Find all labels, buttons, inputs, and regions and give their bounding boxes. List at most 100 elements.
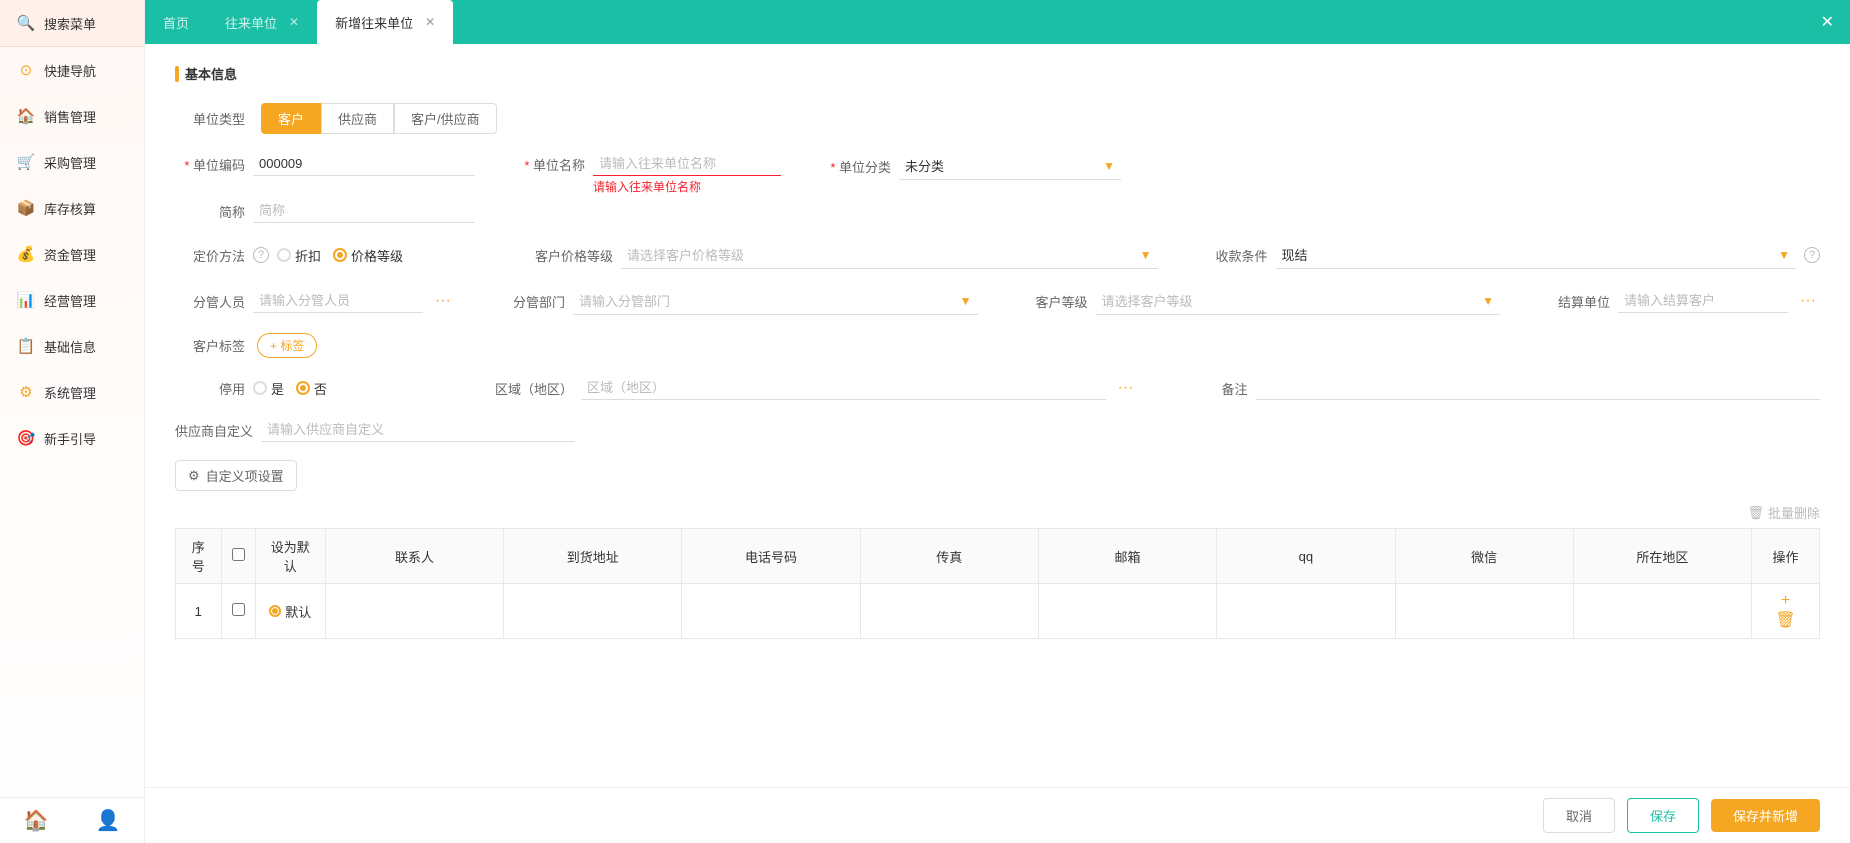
row-fax-input[interactable]: [871, 604, 1028, 619]
table-row: 1 默认: [176, 584, 1820, 639]
batch-delete-area[interactable]: 🗑 批量删除: [175, 503, 1820, 522]
row-fax[interactable]: [860, 584, 1038, 639]
sidebar-user-btn[interactable]: 👤: [72, 798, 144, 843]
short-name-input[interactable]: [253, 199, 475, 223]
row-qq[interactable]: [1217, 584, 1395, 639]
settlement-more-btn[interactable]: ···: [1796, 292, 1820, 310]
disabled-field: 停用 是 否: [175, 379, 455, 398]
custom-settings-button[interactable]: ⚙ 自定义项设置: [175, 460, 297, 491]
row-default-radio[interactable]: [269, 605, 281, 617]
sidebar-footer: 🏠 👤: [0, 797, 144, 843]
short-name-field: 简称: [175, 199, 475, 223]
remark-input[interactable]: [1256, 376, 1821, 400]
save-button[interactable]: 保存: [1627, 798, 1699, 833]
unit-category-select[interactable]: 未分类 ▼: [899, 152, 1121, 180]
unit-category-field: 单位分类 未分类 ▼: [821, 152, 1121, 180]
sidebar-item-operations[interactable]: 📊 经营管理: [0, 277, 144, 323]
basic-info-icon: 📋: [16, 336, 36, 356]
sidebar-item-system[interactable]: ⚙ 系统管理: [0, 369, 144, 415]
row-region-input[interactable]: [1584, 604, 1741, 619]
region-field: 区域（地区） ···: [495, 376, 1138, 400]
tags-row: 客户标签 + 标签: [175, 333, 1820, 358]
finance-icon: 💰: [16, 244, 36, 264]
sidebar-item-basic-info[interactable]: 📋 基础信息: [0, 323, 144, 369]
unit-name-input[interactable]: [593, 152, 781, 176]
pricing-radio-group: 折扣 价格等级: [277, 246, 403, 265]
radio-no[interactable]: 否: [296, 379, 327, 398]
unit-type-supplier[interactable]: 供应商: [321, 103, 394, 134]
col-action: 操作: [1752, 529, 1820, 584]
sidebar-item-finance[interactable]: 💰 资金管理: [0, 231, 144, 277]
row-qq-input[interactable]: [1227, 604, 1384, 619]
add-tag-button[interactable]: + 标签: [257, 333, 317, 358]
row-add-btn[interactable]: +: [1777, 592, 1794, 610]
sidebar-item-inventory[interactable]: 📦 库存核算: [0, 185, 144, 231]
remark-label: 备注: [1178, 379, 1248, 398]
col-phone: 电话号码: [682, 529, 860, 584]
sidebar-item-search[interactable]: 🔍 搜索菜单: [0, 0, 144, 47]
customer-price-level-select[interactable]: 请选择客户价格等级 ▼: [621, 241, 1157, 269]
col-checkbox: [221, 529, 255, 584]
sidebar-item-sales[interactable]: 🏠 销售管理: [0, 93, 144, 139]
row-address-input[interactable]: [514, 604, 671, 619]
sidebar-item-quick-nav[interactable]: ⊙ 快捷导航: [0, 47, 144, 93]
pricing-method-field: 定价方法 ? 折扣 价格等级: [175, 246, 495, 265]
close-partners-tab[interactable]: ✕: [289, 15, 299, 29]
row-email-input[interactable]: [1049, 604, 1206, 619]
unit-type-buttons: 客户 供应商 客户/供应商: [261, 103, 497, 134]
row-email[interactable]: [1038, 584, 1216, 639]
save-new-button[interactable]: 保存并新增: [1711, 799, 1820, 832]
row-region[interactable]: [1573, 584, 1751, 639]
price-level-arrow: ▼: [1140, 248, 1152, 262]
row-seq: 1: [176, 584, 222, 639]
unit-type-both[interactable]: 客户/供应商: [394, 103, 497, 134]
tab-new-partner[interactable]: 新增往来单位 ✕: [317, 0, 453, 44]
sidebar-item-guide[interactable]: 🎯 新手引导: [0, 415, 144, 461]
settlement-unit-input[interactable]: [1618, 289, 1788, 313]
cancel-button[interactable]: 取消: [1543, 798, 1615, 833]
col-fax: 传真: [860, 529, 1038, 584]
row-phone-input[interactable]: [692, 604, 849, 619]
unit-code-input[interactable]: [253, 152, 475, 176]
tabs-bar-close-all[interactable]: ✕: [1805, 12, 1850, 32]
radio-discount[interactable]: 折扣: [277, 246, 321, 265]
pricing-help-icon[interactable]: ?: [253, 247, 269, 263]
department-select[interactable]: 请输入分管部门 ▼: [573, 287, 978, 315]
sidebar: 🔍 搜索菜单 ⊙ 快捷导航 🏠 销售管理 🛒 采购管理 📦 库存核算 💰 资金管…: [0, 0, 145, 843]
sidebar-item-purchase[interactable]: 🛒 采购管理: [0, 139, 144, 185]
radio-discount-circle: [277, 248, 291, 262]
row-wechat-input[interactable]: [1406, 604, 1563, 619]
tab-home[interactable]: 首页: [145, 0, 207, 44]
row-contact-input[interactable]: [336, 604, 493, 619]
close-new-partner-tab[interactable]: ✕: [425, 15, 435, 29]
payment-condition-select[interactable]: 现结 ▼: [1276, 241, 1797, 269]
manager-input[interactable]: [253, 289, 423, 313]
payment-condition-label: 收款条件: [1198, 246, 1268, 265]
row-wechat[interactable]: [1395, 584, 1573, 639]
row-phone[interactable]: [682, 584, 860, 639]
sidebar-home-btn[interactable]: 🏠: [0, 798, 72, 843]
manager-more-btn[interactable]: ···: [431, 292, 455, 310]
select-all-checkbox[interactable]: [232, 548, 245, 561]
region-input[interactable]: [581, 376, 1106, 400]
row-delete-btn[interactable]: 🗑: [1771, 610, 1799, 630]
row-address[interactable]: [504, 584, 682, 639]
payment-help-icon[interactable]: ?: [1804, 247, 1820, 263]
tab-partners[interactable]: 往来单位 ✕: [207, 0, 317, 44]
customer-level-select[interactable]: 请选择客户等级 ▼: [1096, 287, 1501, 315]
supplier-custom-input[interactable]: [261, 418, 575, 442]
col-default: 设为默认: [255, 529, 325, 584]
radio-yes-circle: [253, 381, 267, 395]
region-more-btn[interactable]: ···: [1114, 379, 1138, 397]
tags-field: 客户标签 + 标签: [175, 333, 1820, 358]
radio-price-level[interactable]: 价格等级: [333, 246, 403, 265]
sales-icon: 🏠: [16, 106, 36, 126]
unit-type-customer[interactable]: 客户: [261, 103, 321, 134]
radio-yes[interactable]: 是: [253, 379, 284, 398]
main-content: 首页 往来单位 ✕ 新增往来单位 ✕ ✕ 基本信息 单位类型 客户 供应商 客户…: [145, 0, 1850, 843]
nav-icon: ⊙: [16, 60, 36, 80]
unit-name-field: 单位名称: [515, 152, 781, 176]
row-checkbox-input[interactable]: [232, 603, 245, 616]
inventory-icon: 📦: [16, 198, 36, 218]
row-contact[interactable]: [325, 584, 503, 639]
